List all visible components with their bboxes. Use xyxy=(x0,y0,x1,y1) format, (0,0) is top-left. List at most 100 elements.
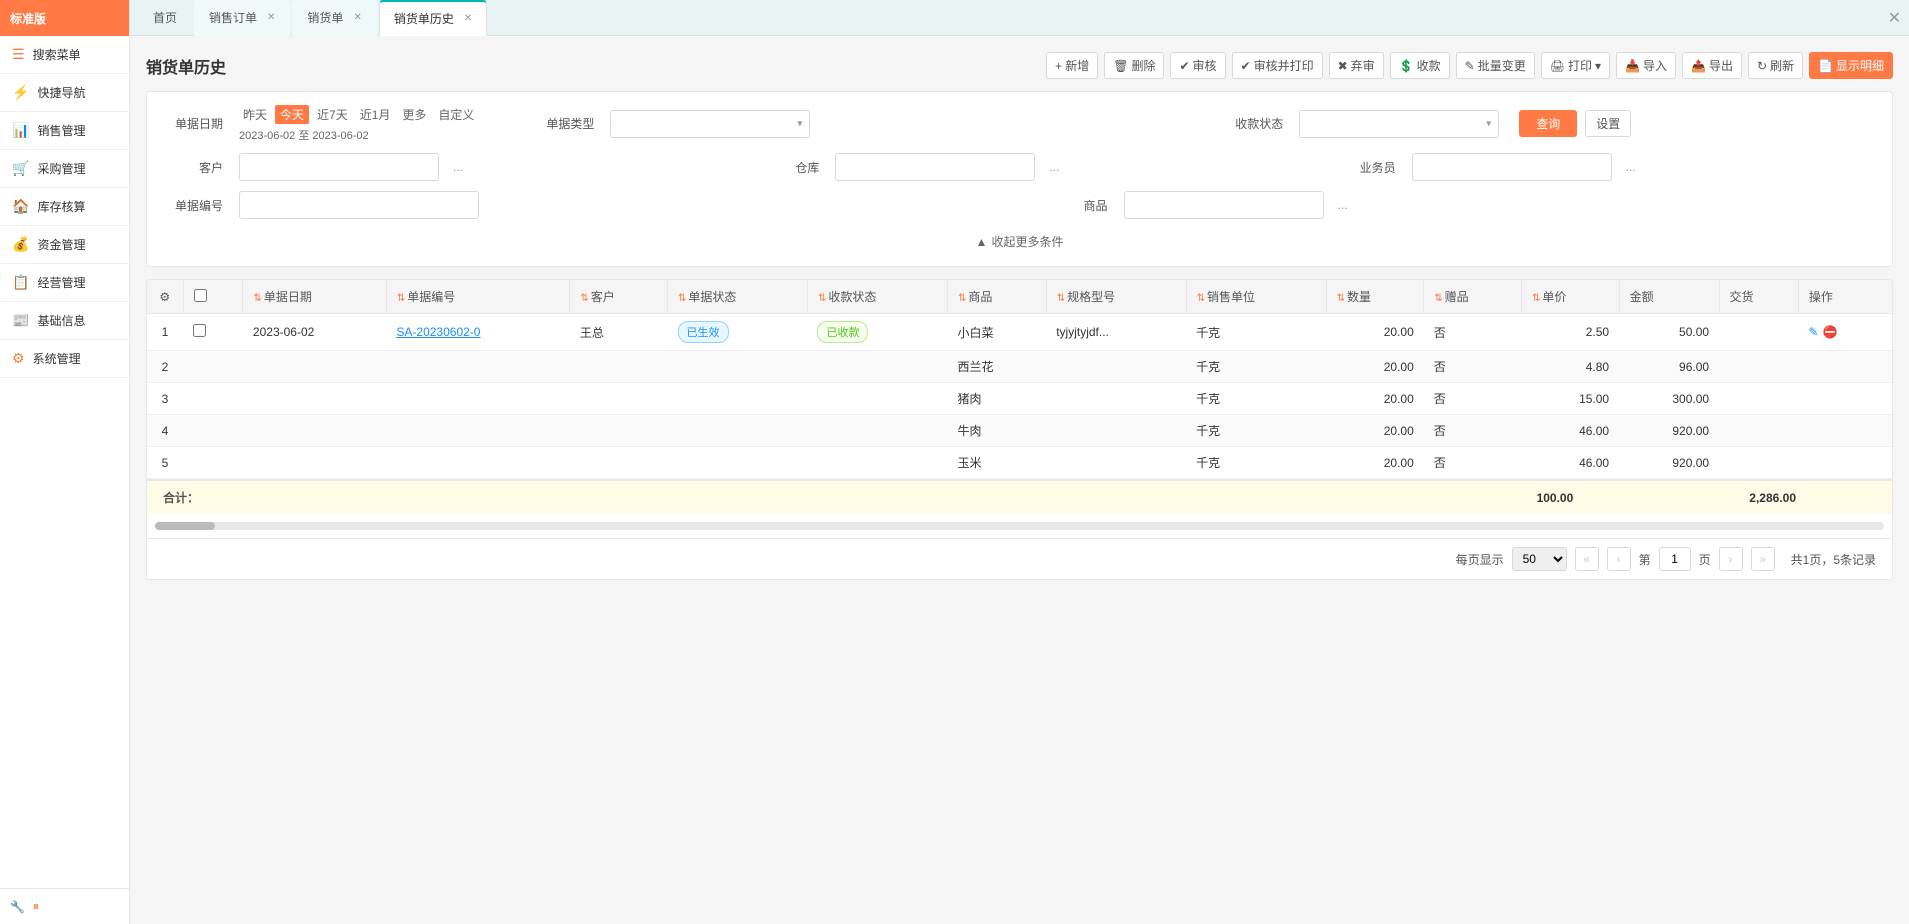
th-doc-date: ⇅单据日期 xyxy=(243,280,386,314)
cell-doc-no xyxy=(386,447,569,479)
goods-input[interactable] xyxy=(1124,191,1324,219)
cell-spec xyxy=(1046,383,1186,415)
new-button[interactable]: + 新增 xyxy=(1046,52,1098,79)
cell-checkbox[interactable] xyxy=(183,447,243,479)
show-detail-button[interactable]: 📄 显示明细 xyxy=(1809,52,1893,79)
collect-icon: 💲 xyxy=(1399,59,1414,73)
cell-checkbox[interactable] xyxy=(183,415,243,447)
purchase-mgmt-icon: 🛒 xyxy=(12,160,29,177)
cell-spec: tyjyjtyjdf... xyxy=(1046,314,1186,351)
shortcut-1month[interactable]: 近1月 xyxy=(356,104,395,125)
sidebar-footer-icon2[interactable]: ⏸ xyxy=(33,899,39,914)
scroll-thumb[interactable] xyxy=(155,522,215,530)
audit-print-icon: ✔ xyxy=(1241,59,1251,73)
collapse-btn[interactable]: ▲ 收起更多条件 xyxy=(972,229,1068,254)
cell-qty: 20.00 xyxy=(1326,351,1424,383)
cell-checkbox[interactable] xyxy=(183,351,243,383)
sidebar-item-sales-mgmt[interactable]: 📊 销售管理 xyxy=(0,112,129,150)
refresh-label: 刷新 xyxy=(1770,57,1794,74)
sidebar-item-system[interactable]: ⚙ 系统管理 xyxy=(0,340,129,378)
shortcut-more[interactable]: 更多 xyxy=(398,104,430,125)
tab-close-sales-history[interactable]: ✕ xyxy=(464,13,472,24)
doc-no-link[interactable]: SA-20230602-0 xyxy=(396,325,480,339)
collect-button[interactable]: 💲 收款 xyxy=(1390,52,1450,79)
audit-button[interactable]: ✔ 审核 xyxy=(1170,52,1225,79)
sidebar-item-basic-info[interactable]: 📰 基础信息 xyxy=(0,302,129,340)
sidebar-item-operations[interactable]: 📋 经营管理 xyxy=(0,264,129,302)
gear-settings-icon[interactable]: ⚙ xyxy=(159,290,170,304)
salesperson-dots[interactable]: ... xyxy=(1620,158,1642,176)
cell-transaction xyxy=(1719,447,1798,479)
doc-type-label: 单据类型 xyxy=(534,115,594,132)
sidebar-item-finance[interactable]: 💰 资金管理 xyxy=(0,226,129,264)
horizontal-scrollbar[interactable] xyxy=(147,514,1892,538)
import-label: 导入 xyxy=(1643,57,1667,74)
cell-amount: 50.00 xyxy=(1619,314,1719,351)
sidebar-item-label: 库存核算 xyxy=(37,198,85,215)
abandon-button[interactable]: ✖ 弃审 xyxy=(1329,52,1384,79)
page-input[interactable] xyxy=(1659,547,1691,571)
cell-action xyxy=(1798,383,1892,415)
audit-print-button[interactable]: ✔ 审核并打印 xyxy=(1232,52,1323,79)
tab-close-sales-delivery[interactable]: ✕ xyxy=(353,12,361,23)
th-gear[interactable]: ⚙ xyxy=(147,280,183,314)
first-page-btn[interactable]: « xyxy=(1575,547,1599,571)
tab-home[interactable]: 首页 xyxy=(138,0,192,36)
customer-dots[interactable]: ... xyxy=(447,158,469,176)
next-page-btn[interactable]: › xyxy=(1719,547,1743,571)
print-button[interactable]: 🖨 打印 ▾ xyxy=(1541,52,1610,79)
print-dropdown-icon: ▾ xyxy=(1595,59,1601,73)
goods-dots[interactable]: ... xyxy=(1332,196,1354,214)
query-button[interactable]: 查询 xyxy=(1519,110,1577,137)
doc-no-input[interactable] xyxy=(239,191,479,219)
tab-close-sales-order[interactable]: ✕ xyxy=(267,12,275,23)
delete-action-btn[interactable]: ⛔ xyxy=(1822,325,1837,339)
settings-button[interactable]: 设置 xyxy=(1585,110,1631,137)
import-button[interactable]: 📥 导入 xyxy=(1616,52,1676,79)
last-page-btn[interactable]: » xyxy=(1751,547,1775,571)
sidebar-item-search-menu[interactable]: ☰ 搜索菜单 xyxy=(0,36,129,74)
shortcut-today[interactable]: 今天 xyxy=(275,105,309,124)
tab-sales-history[interactable]: 销货单历史 ✕ xyxy=(379,0,487,36)
batch-change-button[interactable]: ✎ 批量变更 xyxy=(1456,52,1535,79)
customer-input[interactable] xyxy=(239,153,439,181)
shortcut-yesterday[interactable]: 昨天 xyxy=(239,104,271,125)
delete-button[interactable]: 🗑 删除 xyxy=(1104,52,1164,79)
select-all-checkbox[interactable] xyxy=(194,289,207,302)
warehouse-dots[interactable]: ... xyxy=(1043,158,1065,176)
data-table-container: ⚙ ⇅单据日期 ⇅单据编号 ⇅客户 ⇅单据状态 ⇅收款状态 ⇅商品 ⇅规格型号 … xyxy=(146,279,1893,580)
cell-doc-status xyxy=(668,351,808,383)
shortcut-custom[interactable]: 自定义 xyxy=(434,104,478,125)
doc-type-select[interactable] xyxy=(610,110,810,138)
cell-checkbox[interactable] xyxy=(183,383,243,415)
inventory-icon: 🏠 xyxy=(12,198,29,215)
window-close-btn[interactable]: ✕ xyxy=(1888,8,1901,28)
filter-group-doc-no: 单据编号 xyxy=(163,191,992,219)
collect-status-select[interactable] xyxy=(1299,110,1499,138)
new-icon: + xyxy=(1055,59,1062,73)
sidebar-item-quick-nav[interactable]: ⚡ 快捷导航 xyxy=(0,74,129,112)
th-doc-no: ⇅单据编号 xyxy=(386,280,569,314)
edit-action-btn[interactable]: ✎ xyxy=(1808,325,1818,339)
refresh-button[interactable]: ↻ 刷新 xyxy=(1748,52,1803,79)
salesperson-input[interactable] xyxy=(1412,153,1612,181)
cell-collect-status xyxy=(807,447,947,479)
tab-sales-order[interactable]: 销售订单 ✕ xyxy=(194,0,290,36)
sidebar-item-purchase-mgmt[interactable]: 🛒 采购管理 xyxy=(0,150,129,188)
sidebar-footer-icon1[interactable]: 🔧 xyxy=(10,900,25,914)
export-button[interactable]: 📤 导出 xyxy=(1682,52,1742,79)
cell-amount: 920.00 xyxy=(1619,447,1719,479)
cell-collect-status xyxy=(807,415,947,447)
toolbar: + 新增 🗑 删除 ✔ 审核 ✔ 审核并打印 ✖ 弃审 xyxy=(1046,52,1893,79)
abandon-label: 弃审 xyxy=(1351,57,1375,74)
shortcut-7days[interactable]: 近7天 xyxy=(313,104,352,125)
operations-icon: 📋 xyxy=(12,274,29,291)
per-page-select[interactable]: 50 100 xyxy=(1512,547,1567,571)
row-checkbox[interactable] xyxy=(193,324,206,337)
prev-page-btn[interactable]: ‹ xyxy=(1607,547,1631,571)
tab-sales-delivery[interactable]: 销货单 ✕ xyxy=(292,0,376,36)
warehouse-input[interactable] xyxy=(835,153,1035,181)
system-icon: ⚙ xyxy=(12,350,25,367)
cell-checkbox[interactable] xyxy=(183,314,243,351)
sidebar-item-inventory[interactable]: 🏠 库存核算 xyxy=(0,188,129,226)
